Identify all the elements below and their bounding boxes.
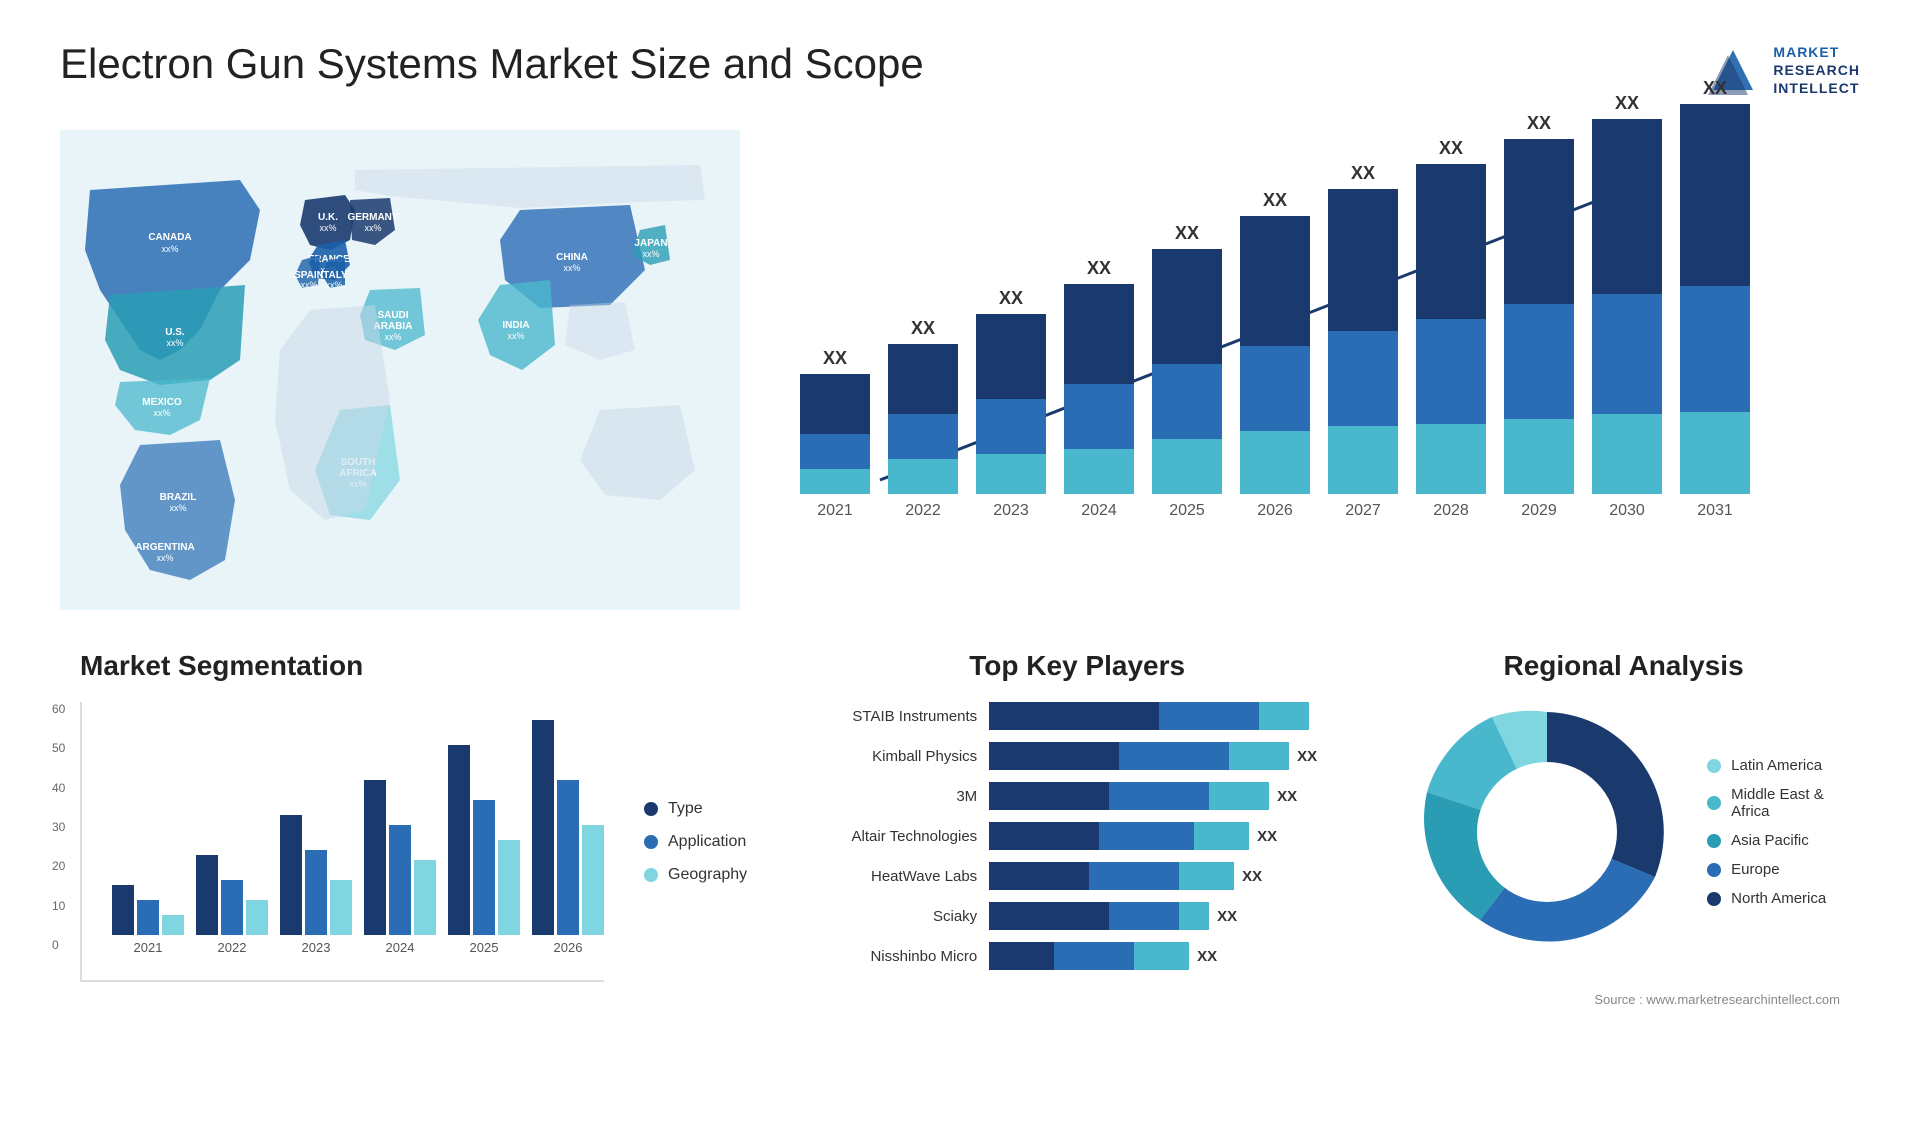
regional-title: Regional Analysis	[1407, 650, 1840, 682]
key-players-title: Top Key Players	[817, 650, 1337, 682]
dot-asia-pacific	[1707, 834, 1721, 848]
player-row-heatwave: HeatWave Labs XX	[817, 862, 1337, 890]
regional-section: Regional Analysis	[1387, 640, 1860, 1040]
svg-text:xx%: xx%	[153, 408, 170, 418]
svg-text:SAUDI: SAUDI	[377, 310, 408, 321]
legend-application: Application	[644, 833, 747, 851]
svg-text:xx%: xx%	[169, 503, 186, 513]
legend-middle-east-africa: Middle East & Africa	[1707, 786, 1840, 820]
svg-text:xx%: xx%	[166, 338, 183, 348]
regional-content: Latin America Middle East & Africa Asia …	[1407, 692, 1840, 972]
svg-text:xx%: xx%	[364, 223, 381, 233]
bar-group-2023: XX 2023	[976, 288, 1046, 520]
segmentation-section: Market Segmentation 60 50 40 30 20 10 0	[60, 640, 767, 1040]
dot-europe	[1707, 863, 1721, 877]
world-map: CANADA xx% U.S. xx% MEXICO xx% BRAZIL xx…	[60, 130, 740, 610]
player-row-altair: Altair Technologies XX	[817, 822, 1337, 850]
mini-bar-group-2024: 2024	[364, 780, 436, 955]
bar-group-2024: XX 2024	[1064, 258, 1134, 520]
svg-text:xx%: xx%	[325, 280, 342, 290]
regional-legend: Latin America Middle East & Africa Asia …	[1707, 757, 1840, 907]
seg-chart-area: 60 50 40 30 20 10 0	[80, 702, 747, 982]
page-title: Electron Gun Systems Market Size and Sco…	[60, 40, 924, 88]
svg-text:GERMANY: GERMANY	[347, 212, 398, 223]
legend-dot-application	[644, 835, 658, 849]
svg-text:xx%: xx%	[300, 280, 317, 290]
mini-bar-group-2021: 2021	[112, 885, 184, 955]
legend-type: Type	[644, 800, 747, 818]
mini-bar-group-2026: 2026	[532, 720, 604, 955]
source-text: Source : www.marketresearchintellect.com	[1407, 992, 1840, 1007]
legend-latin-america: Latin America	[1707, 757, 1840, 774]
svg-text:xx%: xx%	[642, 249, 659, 259]
player-row-sciaky: Sciaky XX	[817, 902, 1337, 930]
bar-group-2030: XX 2030	[1592, 93, 1662, 520]
legend-dot-geography	[644, 868, 658, 882]
segmentation-title: Market Segmentation	[80, 650, 747, 682]
player-row-nisshinbo: Nisshinbo Micro XX	[817, 942, 1337, 970]
svg-text:CHINA: CHINA	[556, 252, 588, 263]
svg-text:MEXICO: MEXICO	[142, 397, 182, 408]
dot-middle-east-africa	[1707, 796, 1721, 810]
svg-text:xx%: xx%	[507, 331, 524, 341]
legend-europe: Europe	[1707, 861, 1840, 878]
legend-geography: Geography	[644, 866, 747, 884]
svg-text:INDIA: INDIA	[502, 320, 529, 331]
dot-north-america	[1707, 892, 1721, 906]
mini-bar-group-2022: 2022	[196, 855, 268, 955]
bar-group-2031: XX 2031	[1680, 78, 1750, 520]
key-players-section: Top Key Players STAIB Instruments Kimbal…	[797, 640, 1357, 1040]
player-row-3m: 3M XX	[817, 782, 1337, 810]
bar-group-2025: XX 2025	[1152, 223, 1222, 520]
bar-group-2021: XX 2021	[800, 348, 870, 520]
logo-text: MARKET RESEARCH INTELLECT	[1773, 43, 1860, 98]
svg-text:xx%: xx%	[161, 244, 178, 254]
mini-bar-chart: 2021 2022	[80, 702, 604, 982]
bar-group-2028: XX 2028	[1416, 138, 1486, 520]
mini-bar-group-2023: 2023	[280, 815, 352, 955]
bar-group-2022: XX 2022	[888, 318, 958, 520]
chart-container: XX 2021 XX	[770, 130, 1860, 610]
page-container: Electron Gun Systems Market Size and Sco…	[0, 0, 1920, 1146]
svg-text:CANADA: CANADA	[148, 232, 191, 243]
legend-dot-type	[644, 802, 658, 816]
top-section: CANADA xx% U.S. xx% MEXICO xx% BRAZIL xx…	[60, 130, 1860, 610]
player-row-kimball: Kimball Physics XX	[817, 742, 1337, 770]
player-row-staib: STAIB Instruments	[817, 702, 1337, 730]
svg-text:xx%: xx%	[563, 263, 580, 273]
mini-bar-group-2025: 2025	[448, 745, 520, 955]
svg-text:xx%: xx%	[156, 553, 173, 563]
svg-text:JAPAN: JAPAN	[634, 238, 667, 249]
bar-chart-area: XX 2021 XX	[800, 150, 1830, 570]
bar-group-2027: XX 2027	[1328, 163, 1398, 520]
legend-north-america: North America	[1707, 890, 1840, 907]
map-container: CANADA xx% U.S. xx% MEXICO xx% BRAZIL xx…	[60, 130, 740, 610]
svg-text:U.K.: U.K.	[318, 212, 338, 223]
svg-text:ARGENTINA: ARGENTINA	[135, 542, 194, 553]
donut-chart	[1407, 692, 1687, 972]
svg-text:U.S.: U.S.	[165, 327, 185, 338]
dot-latin-america	[1707, 759, 1721, 773]
svg-text:xx%: xx%	[384, 332, 401, 342]
bottom-section: Market Segmentation 60 50 40 30 20 10 0	[60, 640, 1860, 1040]
segmentation-legend: Type Application Geography	[634, 702, 747, 982]
svg-text:xx%: xx%	[319, 223, 336, 233]
header: Electron Gun Systems Market Size and Sco…	[60, 40, 1860, 100]
svg-text:ARABIA: ARABIA	[374, 321, 413, 332]
bar-group-2026: XX 2026	[1240, 190, 1310, 520]
legend-asia-pacific: Asia Pacific	[1707, 832, 1840, 849]
svg-text:BRAZIL: BRAZIL	[160, 492, 197, 503]
bar-group-2029: XX 2029	[1504, 113, 1574, 520]
